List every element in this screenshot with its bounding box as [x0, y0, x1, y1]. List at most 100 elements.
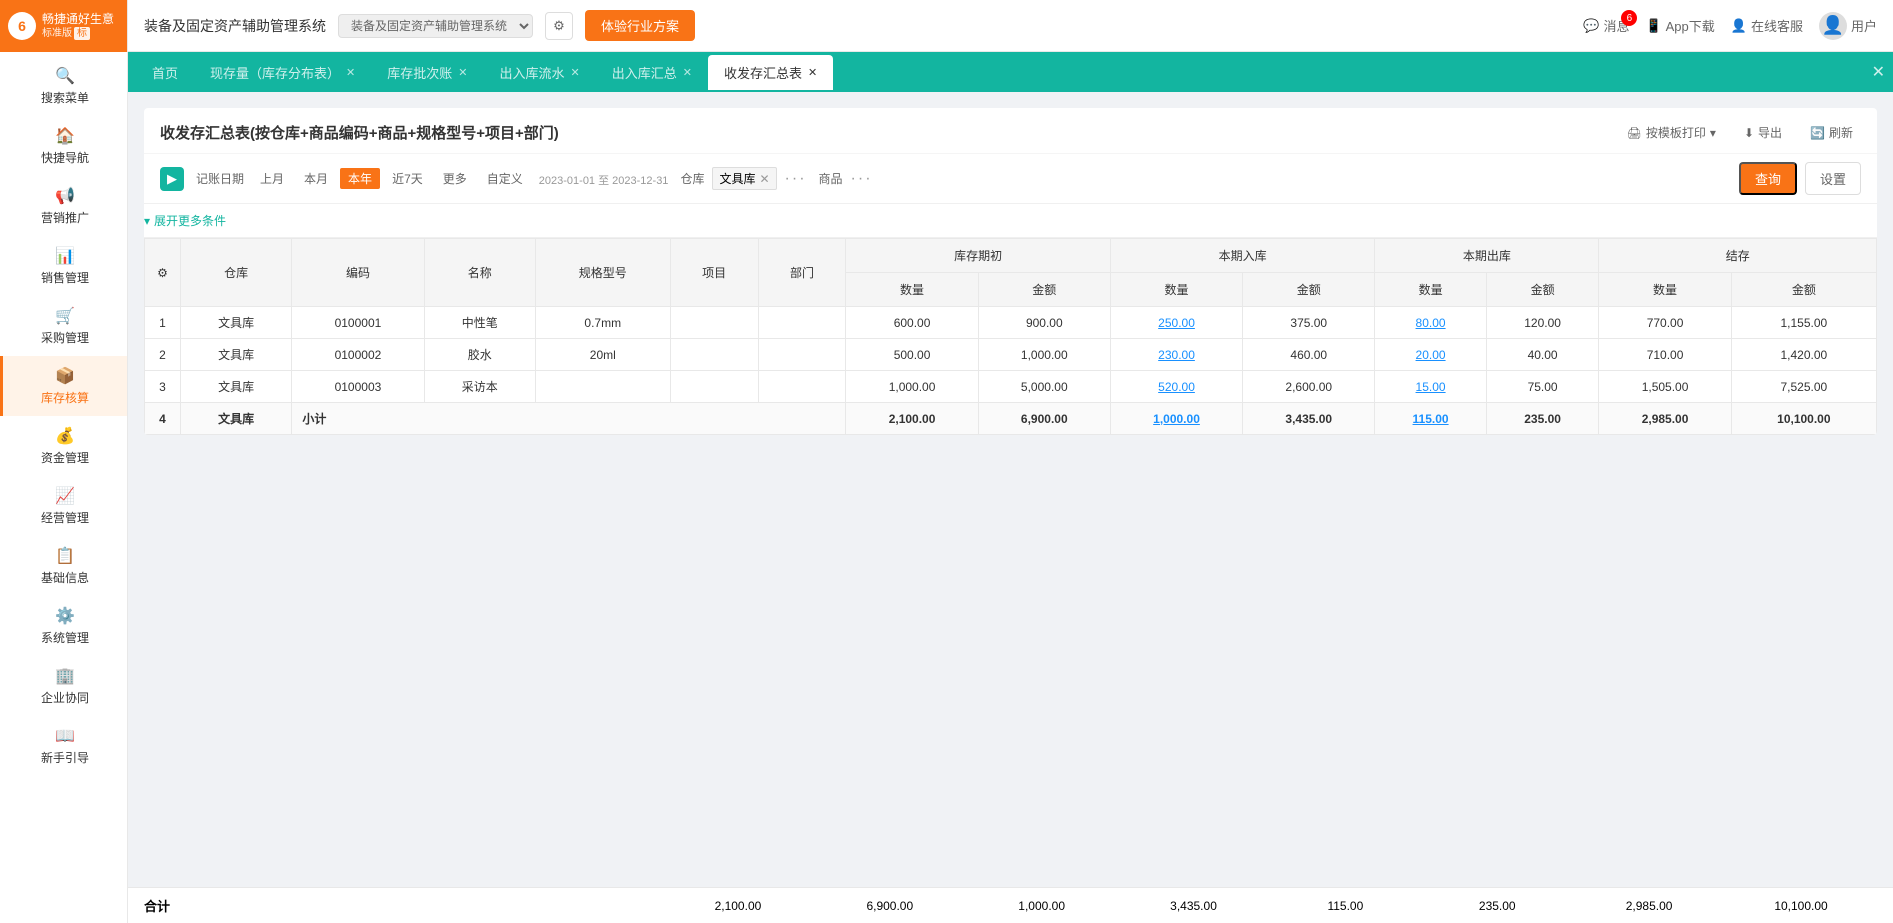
sidebar-item-label: 快捷导航: [41, 149, 89, 166]
user-menu[interactable]: 👤 用户: [1819, 12, 1877, 40]
export-btn[interactable]: ⬇ 导出: [1736, 120, 1790, 145]
date-btn-this-year[interactable]: 本年: [340, 168, 380, 189]
page-content: 收发存汇总表(按仓库+商品编码+商品+规格型号+项目+部门) 🖨 按模板打印 ▾…: [128, 92, 1893, 887]
notification-btn[interactable]: 💬 6 消息: [1583, 16, 1629, 35]
cell-inbound-amt: 375.00: [1243, 307, 1375, 339]
sidebar-item-search[interactable]: 🔍 搜索菜单: [0, 56, 127, 116]
logo-icon: 6: [8, 12, 36, 40]
sidebar-item-guide[interactable]: 📖 新手引导: [0, 716, 127, 776]
cell-outbound-qty[interactable]: 20.00: [1375, 339, 1486, 371]
date-btn-7days[interactable]: 近7天: [384, 168, 431, 189]
tab-close-icon[interactable]: ✕: [571, 66, 580, 79]
query-button[interactable]: 查询: [1739, 162, 1797, 195]
sidebar-item-finance[interactable]: 💰 资金管理: [0, 416, 127, 476]
product-filter-label: 商品: [819, 170, 843, 187]
warehouse-filter-dots[interactable]: ···: [785, 170, 807, 188]
tab-home[interactable]: 首页: [136, 55, 194, 90]
th-outbound-group: 本期出库: [1375, 239, 1599, 273]
print-label: 按模板打印: [1646, 124, 1706, 141]
tab-close-icon[interactable]: ✕: [346, 66, 355, 79]
tab-inout-summary[interactable]: 出入库汇总 ✕: [596, 55, 708, 90]
table-container: ⚙ 仓库 编码 名称 规格型号 项目 部门 库存期初 本期入库 本期出库 结存: [144, 238, 1877, 435]
tab-inout-flow[interactable]: 出入库流水 ✕: [483, 55, 595, 90]
subtotal-closing-qty: 2,985.00: [1599, 403, 1731, 435]
sidebar-item-marketing[interactable]: 📢 营销推广: [0, 176, 127, 236]
tab-inout-flow-label: 出入库流水: [499, 63, 564, 82]
subtotal-inbound-qty[interactable]: 1,000.00: [1110, 403, 1242, 435]
title-area: 收发存汇总表(按仓库+商品编码+商品+规格型号+项目+部门) 🖨 按模板打印 ▾…: [144, 108, 1877, 154]
th-closing-amt: 金额: [1731, 273, 1876, 307]
purchase-icon: 🛒: [55, 306, 75, 326]
table-row: 3 文具库 0100003 采访本 1,000.00 5,000.00 520.…: [145, 371, 1877, 403]
sidebar-item-system[interactable]: ⚙️ 系统管理: [0, 596, 127, 656]
cell-outbound-qty[interactable]: 80.00: [1375, 307, 1486, 339]
subtotal-opening-amt: 6,900.00: [978, 403, 1110, 435]
th-opening-group: 库存期初: [846, 239, 1110, 273]
date-btn-more[interactable]: 更多: [435, 168, 475, 189]
sidebar-item-label: 系统管理: [41, 629, 89, 646]
experience-btn[interactable]: 体验行业方案: [585, 10, 695, 41]
sidebar-item-sales[interactable]: 📊 销售管理: [0, 236, 127, 296]
data-table: ⚙ 仓库 编码 名称 规格型号 项目 部门 库存期初 本期入库 本期出库 结存: [144, 238, 1877, 435]
subtotal-inbound-amt: 3,435.00: [1243, 403, 1375, 435]
system-name: 装备及固定资产辅助管理系统: [144, 16, 326, 36]
cell-inbound-qty[interactable]: 250.00: [1110, 307, 1242, 339]
refresh-btn[interactable]: 🔄 刷新: [1802, 120, 1861, 145]
subtotal-warehouse: 文具库: [181, 403, 292, 435]
date-btn-last-month[interactable]: 上月: [252, 168, 292, 189]
main-card: 收发存汇总表(按仓库+商品编码+商品+规格型号+项目+部门) 🖨 按模板打印 ▾…: [144, 108, 1877, 435]
cell-inbound-qty[interactable]: 230.00: [1110, 339, 1242, 371]
app-download-btn[interactable]: 📱 App下载: [1645, 16, 1714, 35]
system-selector[interactable]: 装备及固定资产辅助管理系统: [338, 14, 533, 38]
th-settings[interactable]: ⚙: [145, 239, 181, 307]
tab-batch[interactable]: 库存批次账 ✕: [371, 55, 483, 90]
cell-inbound-amt: 460.00: [1243, 339, 1375, 371]
cell-product-name: 胶水: [424, 339, 535, 371]
online-support-btn[interactable]: 👤 在线客服: [1731, 16, 1803, 35]
top-header: 装备及固定资产辅助管理系统 装备及固定资产辅助管理系统 ⚙ 体验行业方案 💬 6…: [128, 0, 1893, 52]
subtotal-outbound-qty[interactable]: 115.00: [1375, 403, 1486, 435]
date-btn-custom[interactable]: 自定义: [479, 168, 531, 189]
expand-btn[interactable]: ▾ 展开更多条件: [144, 212, 1877, 229]
search-icon: 🔍: [55, 66, 75, 86]
th-closing-qty: 数量: [1599, 273, 1731, 307]
cell-inbound-qty[interactable]: 520.00: [1110, 371, 1242, 403]
footer-outbound-amt: 235.00: [1421, 899, 1573, 913]
warehouse-filter-close-icon[interactable]: ✕: [759, 172, 769, 186]
tab-close-icon[interactable]: ✕: [808, 66, 817, 79]
tab-inout-summary-label: 出入库汇总: [612, 63, 677, 82]
product-filter-dots[interactable]: ···: [851, 170, 873, 188]
settings-button[interactable]: 设置: [1805, 162, 1861, 195]
warehouse-filter-tag[interactable]: 文具库 ✕: [712, 167, 776, 190]
footer-closing-amt: 10,100.00: [1725, 899, 1877, 913]
sidebar-item-inventory[interactable]: 📦 库存核算: [0, 356, 127, 416]
main-content: 装备及固定资产辅助管理系统 装备及固定资产辅助管理系统 ⚙ 体验行业方案 💬 6…: [128, 0, 1893, 923]
sidebar-item-purchase[interactable]: 🛒 采购管理: [0, 296, 127, 356]
tab-close-icon[interactable]: ✕: [458, 66, 467, 79]
cell-closing-qty: 770.00: [1599, 307, 1731, 339]
sidebar-item-operation[interactable]: 📈 经营管理: [0, 476, 127, 536]
cell-product-spec: 20ml: [535, 339, 670, 371]
date-btn-this-month[interactable]: 本月: [296, 168, 336, 189]
th-project: 项目: [670, 239, 758, 307]
tab-bar-close-btn[interactable]: ✕: [1872, 62, 1885, 82]
cell-department: [758, 371, 846, 403]
tab-inventory-dist[interactable]: 现存量（库存分布表） ✕: [194, 55, 371, 90]
gear-button[interactable]: ⚙: [545, 12, 573, 40]
sidebar-item-enterprise[interactable]: 🏢 企业协同: [0, 656, 127, 716]
sidebar: 6 畅捷通好生意 标准版标 🔍 搜索菜单 🏠 快捷导航 📢 营销推广 📊 销售管…: [0, 0, 128, 923]
cell-opening-qty: 500.00: [846, 339, 978, 371]
sidebar-item-label: 企业协同: [41, 689, 89, 706]
print-btn[interactable]: 🖨 按模板打印 ▾: [1619, 120, 1724, 145]
tab-recv-send[interactable]: 收发存汇总表 ✕: [708, 55, 833, 90]
sidebar-item-quick-nav[interactable]: 🏠 快捷导航: [0, 116, 127, 176]
user-avatar: 👤: [1819, 12, 1847, 40]
cell-product-code: 0100001: [292, 307, 424, 339]
cell-opening-qty: 600.00: [846, 307, 978, 339]
tab-close-icon[interactable]: ✕: [683, 66, 692, 79]
th-product-code: 编码: [292, 239, 424, 307]
cell-outbound-qty[interactable]: 15.00: [1375, 371, 1486, 403]
footer-total-table: 2,100.00 6,900.00 1,000.00 3,435.00 115.…: [186, 899, 1877, 913]
sidebar-item-basic[interactable]: 📋 基础信息: [0, 536, 127, 596]
filter-collapse-btn[interactable]: ▶: [160, 167, 184, 191]
